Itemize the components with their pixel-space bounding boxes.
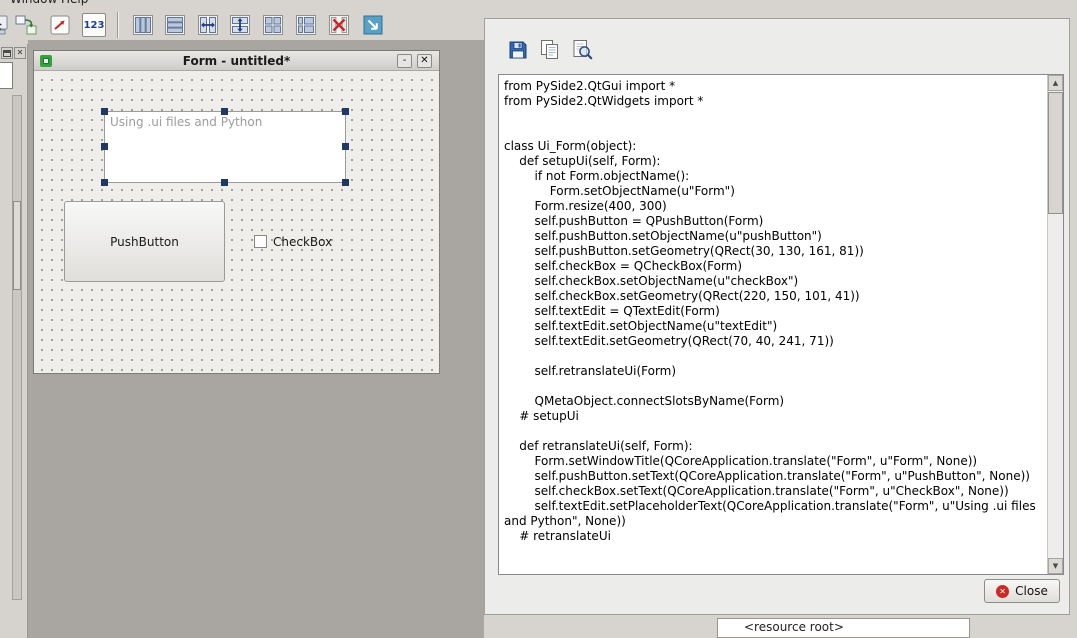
resize-handle-bottom-center[interactable] xyxy=(221,179,228,186)
resize-handle-bottom-left[interactable] xyxy=(101,179,108,186)
code-scrollbar[interactable]: ▲ ▼ xyxy=(1047,75,1063,574)
scroll-up-button[interactable]: ▲ xyxy=(1048,75,1063,91)
edit-buddies-button[interactable] xyxy=(48,13,72,37)
adjust-size-icon xyxy=(361,13,385,37)
edit-signals-slots-button[interactable] xyxy=(14,13,38,37)
break-layout-button[interactable] xyxy=(327,13,351,37)
close-circle-icon: ✕ xyxy=(996,585,1009,598)
menubar: Window Help xyxy=(0,0,300,7)
main-toolbar: 123 xyxy=(0,8,484,40)
resize-handle-middle-right[interactable] xyxy=(342,143,349,150)
resize-handle-bottom-right[interactable] xyxy=(342,179,349,186)
edit-signals-slots-icon xyxy=(14,13,38,37)
layout-grid-button[interactable] xyxy=(261,13,285,37)
layout-splitter-horizontal-button[interactable] xyxy=(196,13,220,37)
layout-form-icon xyxy=(294,13,318,37)
form-editor-window: Form - untitled* - ✕ Using .ui files and… xyxy=(33,50,440,374)
edit-buddies-icon xyxy=(48,13,72,37)
layout-splitter-vertical-button[interactable] xyxy=(228,13,252,37)
resize-handle-middle-left[interactable] xyxy=(101,143,108,150)
close-button[interactable]: ✕ xyxy=(417,54,432,68)
form-window-titlebar[interactable]: Form - untitled* - ✕ xyxy=(34,51,439,71)
find-icon xyxy=(570,51,594,65)
edit-tab-order-icon: 123 xyxy=(82,13,106,37)
layout-horizontal-button[interactable] xyxy=(131,13,155,37)
widget-box-dock: ✕ xyxy=(0,44,28,638)
form-canvas[interactable]: Using .ui files and Python PushButton Ch… xyxy=(34,71,439,373)
save-icon xyxy=(506,51,530,65)
resource-root-item[interactable]: <resource root> xyxy=(718,619,969,636)
layout-vertical-icon xyxy=(163,13,187,37)
edit-tab-order-button[interactable]: 123 xyxy=(82,13,106,37)
edit-widgets-button[interactable] xyxy=(0,13,10,37)
dialog-close-button[interactable]: ✕ Close xyxy=(984,579,1060,603)
save-button[interactable] xyxy=(506,38,530,62)
form-window-title: Form - untitled* xyxy=(34,54,439,68)
adjust-size-button[interactable] xyxy=(361,13,385,37)
find-button[interactable] xyxy=(570,38,594,62)
textedit-placeholder: Using .ui files and Python xyxy=(105,112,345,132)
code-scrollbar-thumb[interactable] xyxy=(1048,92,1063,214)
checkbox-indicator[interactable] xyxy=(254,235,267,248)
pushbutton-widget[interactable]: PushButton xyxy=(64,201,225,282)
checkbox-widget[interactable]: CheckBox xyxy=(254,221,355,262)
resize-handle-top-center[interactable] xyxy=(221,108,228,115)
code-view[interactable]: from PySide2.QtGui import * from PySide2… xyxy=(498,74,1064,575)
layout-horizontal-icon xyxy=(131,13,155,37)
checkbox-label: CheckBox xyxy=(273,235,332,249)
float-icon xyxy=(3,50,11,57)
minimize-button[interactable]: - xyxy=(397,54,412,68)
resize-handle-top-left[interactable] xyxy=(101,108,108,115)
menu-item-window[interactable]: Window xyxy=(10,0,57,6)
dock-float-button[interactable] xyxy=(1,47,13,59)
menu-item-help[interactable]: Help xyxy=(61,0,88,6)
break-layout-icon xyxy=(327,13,351,37)
resource-browser: <resource root> xyxy=(717,618,970,638)
resize-handle-top-right[interactable] xyxy=(342,108,349,115)
layout-vertical-button[interactable] xyxy=(163,13,187,37)
layout-splitter-vertical-icon xyxy=(228,13,252,37)
close-icon: ✕ xyxy=(17,49,24,57)
copy-icon xyxy=(538,51,562,65)
textedit-widget[interactable]: Using .ui files and Python xyxy=(104,111,346,183)
dock-close-button[interactable]: ✕ xyxy=(14,47,26,59)
widget-box-scrollbar[interactable] xyxy=(12,95,22,600)
widget-filter-input[interactable] xyxy=(0,62,13,89)
layout-splitter-horizontal-icon xyxy=(196,13,220,37)
widget-box-scrollbar-thumb[interactable] xyxy=(13,201,21,290)
code-text: from PySide2.QtGui import * from PySide2… xyxy=(499,75,1047,574)
copy-button[interactable] xyxy=(538,38,562,62)
close-button-label: Close xyxy=(1015,584,1048,598)
code-preview-dialog: from PySide2.QtGui import * from PySide2… xyxy=(484,18,1070,615)
toolbar-separator xyxy=(117,12,119,38)
layout-grid-icon xyxy=(261,13,285,37)
edit-widgets-icon xyxy=(0,13,10,37)
scroll-down-button[interactable]: ▼ xyxy=(1048,558,1063,574)
layout-form-button[interactable] xyxy=(294,13,318,37)
